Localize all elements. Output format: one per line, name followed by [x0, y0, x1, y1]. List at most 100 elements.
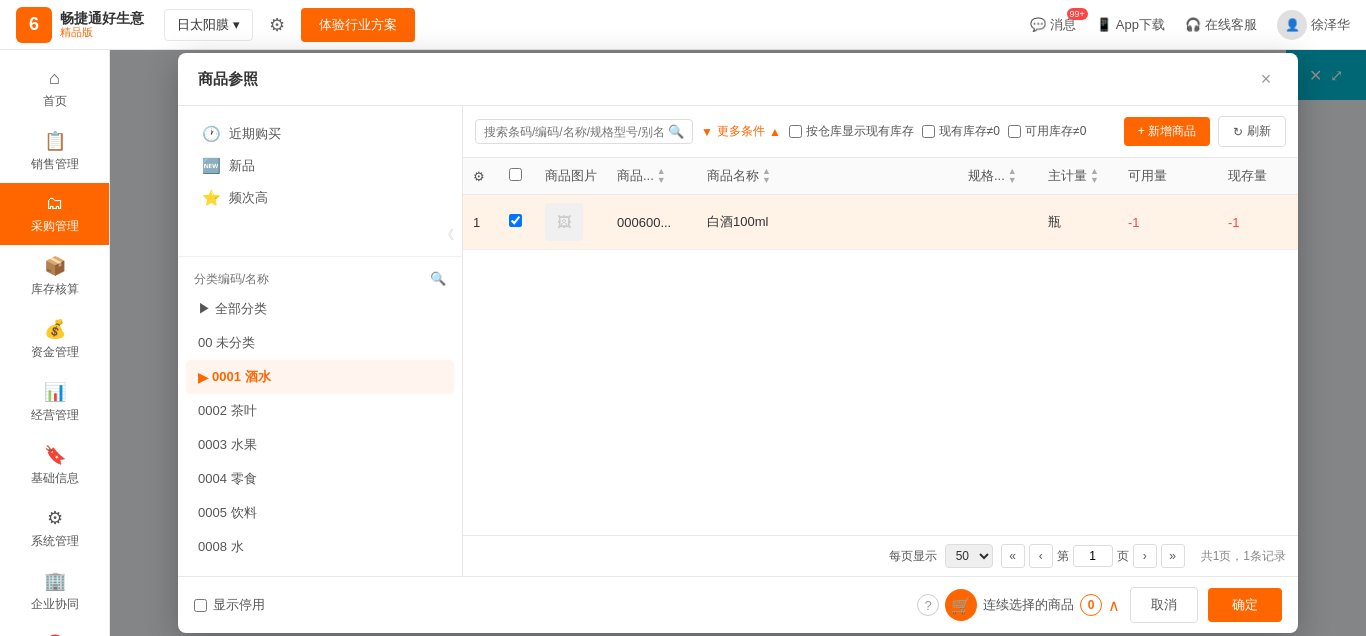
pagination-row: 每页显示 50 « ‹ 第 页 › » [463, 535, 1298, 576]
category-label: 00 未分类 [198, 334, 255, 352]
sidebar-item-home[interactable]: ⌂ 首页 [0, 58, 109, 120]
category-label: 0001 酒水 [212, 368, 271, 386]
next-page-btn[interactable]: › [1133, 544, 1157, 568]
sidebar-item-basic[interactable]: 🔖 基础信息 [0, 434, 109, 497]
purchase-icon: 🗂 [46, 193, 64, 214]
row-num: 1 [463, 195, 499, 250]
app-download-item[interactable]: 📱 App下载 [1096, 16, 1165, 34]
check-usable-label[interactable]: 可用库存≠0 [1008, 123, 1086, 140]
category-liquor[interactable]: ▶ 0001 酒水 [186, 360, 454, 394]
business-icon: 📊 [44, 381, 66, 403]
user-item[interactable]: 👤 徐泽华 [1277, 10, 1350, 40]
dialog-right-panel: 🔍 ▼ 更多条件 ▲ 按仓库显示现有库存 [463, 106, 1298, 576]
nav-selector-dropdown[interactable]: 日太阳膜 ▾ [164, 9, 253, 41]
row-stock: -1 [1218, 195, 1298, 250]
sidebar-item-inventory[interactable]: 📦 库存核算 [0, 245, 109, 308]
category-tea[interactable]: 0002 茶叶 [186, 394, 454, 428]
product-search-input[interactable] [484, 125, 664, 139]
headset-icon: 🎧 [1185, 17, 1201, 32]
check-warehouse[interactable] [789, 125, 802, 138]
first-page-btn[interactable]: « [1001, 544, 1025, 568]
page-input[interactable] [1073, 545, 1113, 567]
refresh-label: 刷新 [1247, 123, 1271, 140]
check-available[interactable] [922, 125, 935, 138]
sort-arrows-unit: ▲▼ [1090, 167, 1099, 185]
last-page-btn[interactable]: » [1161, 544, 1185, 568]
col-image-label: 商品图片 [545, 168, 597, 183]
experience-btn[interactable]: 体验行业方案 [301, 8, 415, 42]
new-icon: 🆕 [202, 157, 221, 175]
refresh-btn[interactable]: ↻ 刷新 [1218, 116, 1286, 147]
filter-arrow-icon: ▲ [769, 125, 781, 139]
category-uncategorized[interactable]: 00 未分类 [186, 326, 454, 360]
col-unit-header[interactable]: 主计量 ▲▼ [1038, 158, 1118, 195]
add-product-btn[interactable]: + 新增商品 [1124, 117, 1210, 146]
check-usable-text: 可用库存≠0 [1025, 123, 1086, 140]
table-row[interactable]: 1 🖼 [463, 195, 1298, 250]
dialog-header: 商品参照 × [178, 53, 1298, 106]
cart-label: 连续选择的商品 [983, 596, 1074, 614]
sidebar-label-finance: 资金管理 [31, 344, 79, 361]
check-warehouse-label[interactable]: 按仓库显示现有库存 [789, 123, 914, 140]
col-name-header[interactable]: 商品名称 ▲▼ [697, 158, 958, 195]
message-icon: 💬 [1030, 17, 1046, 32]
main-layout: ⌂ 首页 📋 销售管理 🗂 采购管理 📦 库存核算 💰 资金管理 📊 经营管理 … [0, 50, 1366, 636]
gear-icon[interactable]: ⚙ [473, 169, 485, 184]
check-warehouse-text: 按仓库显示现有库存 [806, 123, 914, 140]
customer-service-item[interactable]: 🎧 在线客服 [1185, 16, 1257, 34]
col-spec-header[interactable]: 规格... ▲▼ [958, 158, 1038, 195]
category-water[interactable]: 0008 水 [186, 530, 454, 564]
sidebar-item-guide[interactable]: 🎯 新手引导 [0, 623, 109, 636]
select-all-checkbox[interactable] [509, 168, 522, 181]
sidebar-item-sales[interactable]: 📋 销售管理 [0, 120, 109, 183]
cancel-btn[interactable]: 取消 [1130, 587, 1198, 623]
cart-count-badge: 0 [1080, 594, 1102, 616]
category-beverage[interactable]: 0005 饮料 [186, 496, 454, 530]
recent-purchase-item[interactable]: 🕐 近期购买 [194, 118, 446, 150]
sidebar-item-purchase[interactable]: 🗂 采购管理 [0, 183, 109, 245]
category-snack[interactable]: 0004 零食 [186, 462, 454, 496]
check-usable[interactable] [1008, 125, 1021, 138]
sidebar-item-business[interactable]: 📊 经营管理 [0, 371, 109, 434]
confirm-btn[interactable]: 确定 [1208, 588, 1282, 622]
prev-page-btn[interactable]: ‹ [1029, 544, 1053, 568]
category-label: 0008 水 [198, 538, 244, 556]
category-fruit[interactable]: 0003 水果 [186, 428, 454, 462]
high-freq-item[interactable]: ⭐ 频次高 [194, 182, 446, 214]
search-icon[interactable]: 🔍 [430, 271, 446, 286]
category-search-input[interactable] [194, 272, 424, 286]
search-icon[interactable]: 🔍 [668, 124, 684, 139]
row-checkbox[interactable] [509, 214, 522, 227]
table-header-row: ⚙ 商品图片 [463, 158, 1298, 195]
messages-item[interactable]: 💬 消息 99+ [1030, 16, 1076, 34]
footer-right: ? 🛒 连续选择的商品 0 ∧ 取消 确定 [917, 587, 1282, 623]
category-all[interactable]: ▶ 全部分类 [186, 292, 454, 326]
check-available-label[interactable]: 现有库存≠0 [922, 123, 1000, 140]
app-label: App下载 [1116, 16, 1165, 34]
per-page-select[interactable]: 50 [945, 544, 993, 568]
sidebar-item-finance[interactable]: 💰 资金管理 [0, 308, 109, 371]
toolbar-row: 🔍 ▼ 更多条件 ▲ 按仓库显示现有库存 [463, 106, 1298, 158]
help-icon[interactable]: ? [917, 594, 939, 616]
refresh-icon: ↻ [1233, 125, 1243, 139]
show-disabled-label[interactable]: 显示停用 [194, 596, 265, 614]
new-product-item[interactable]: 🆕 新品 [194, 150, 446, 182]
category-label: ▶ 全部分类 [198, 300, 267, 318]
col-code-header[interactable]: 商品... ▲▼ [607, 158, 697, 195]
dialog-close-btn[interactable]: × [1254, 67, 1278, 91]
filter-btn[interactable]: ▼ 更多条件 ▲ [701, 123, 781, 140]
avatar: 👤 [1277, 10, 1307, 40]
sort-arrows-spec: ▲▼ [1008, 167, 1017, 185]
sidebar-label-enterprise: 企业协同 [31, 596, 79, 613]
product-reference-dialog: 商品参照 × 🕐 近期购买 🆕 [178, 53, 1298, 633]
sidebar-item-enterprise[interactable]: 🏢 企业协同 [0, 560, 109, 623]
col-available-header: 可用量 [1118, 158, 1218, 195]
collapse-btn[interactable]: 《 [178, 222, 462, 248]
collapse-icon[interactable]: ∧ [1108, 596, 1120, 615]
row-available: -1 [1118, 195, 1218, 250]
settings-icon[interactable]: ⚙ [261, 9, 293, 41]
sales-icon: 📋 [44, 130, 66, 152]
cart-icon[interactable]: 🛒 [945, 589, 977, 621]
show-disabled-checkbox[interactable] [194, 599, 207, 612]
sidebar-item-system[interactable]: ⚙ 系统管理 [0, 497, 109, 560]
